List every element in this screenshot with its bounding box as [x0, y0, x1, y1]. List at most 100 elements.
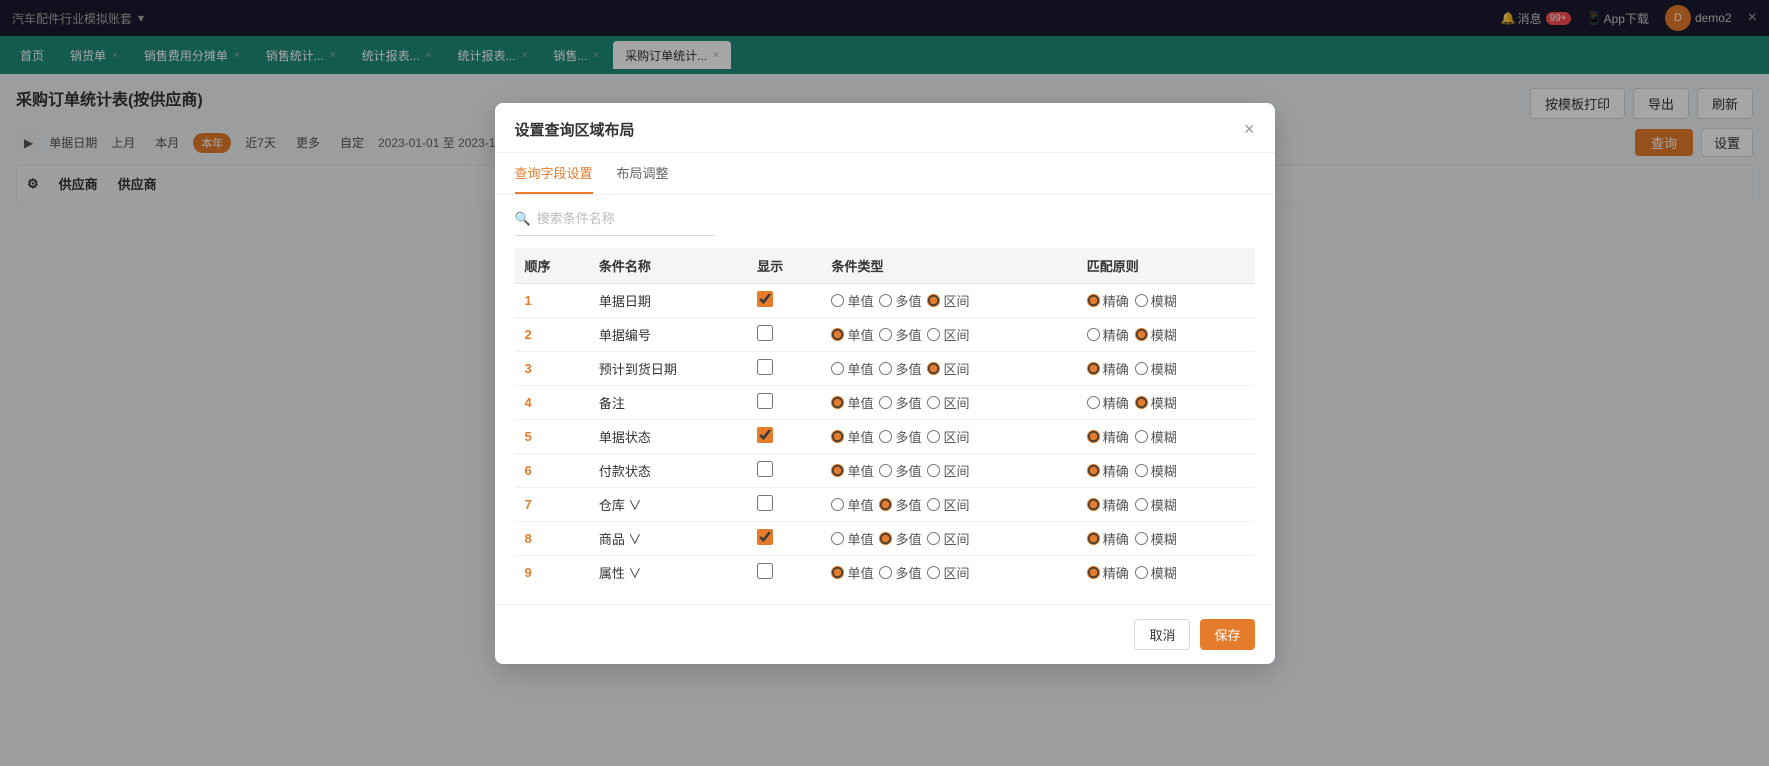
display-checkbox[interactable] [757, 325, 773, 341]
match-radio-label[interactable]: 精确 [1087, 325, 1129, 344]
match-radio-label[interactable]: 精确 [1087, 563, 1129, 582]
match-radio-label[interactable]: 模糊 [1135, 427, 1177, 446]
type-radio-多值[interactable] [879, 566, 892, 579]
display-checkbox[interactable] [757, 461, 773, 477]
type-radio-label[interactable]: 单值 [831, 291, 873, 310]
type-radio-label[interactable]: 单值 [831, 495, 873, 514]
type-radio-label[interactable]: 区间 [927, 563, 969, 582]
match-radio-label[interactable]: 模糊 [1135, 393, 1177, 412]
match-radio-模糊[interactable] [1135, 362, 1148, 375]
display-checkbox[interactable] [757, 563, 773, 579]
type-radio-多值[interactable] [879, 362, 892, 375]
match-radio-label[interactable]: 精确 [1087, 393, 1129, 412]
type-radio-多值[interactable] [879, 396, 892, 409]
save-button[interactable]: 保存 [1200, 619, 1254, 650]
type-radio-label[interactable]: 多值 [879, 529, 921, 548]
type-radio-label[interactable]: 多值 [879, 461, 921, 480]
match-radio-模糊[interactable] [1135, 532, 1148, 545]
type-radio-多值[interactable] [879, 464, 892, 477]
modal-tab-layout[interactable]: 布局调整 [617, 153, 669, 194]
match-radio-模糊[interactable] [1135, 464, 1148, 477]
match-radio-label[interactable]: 模糊 [1135, 291, 1177, 310]
match-radio-label[interactable]: 模糊 [1135, 325, 1177, 344]
type-radio-label[interactable]: 单值 [831, 563, 873, 582]
match-radio-label[interactable]: 模糊 [1135, 359, 1177, 378]
display-checkbox[interactable] [757, 359, 773, 375]
match-radio-模糊[interactable] [1135, 294, 1148, 307]
match-radio-label[interactable]: 精确 [1087, 359, 1129, 378]
match-radio-label[interactable]: 模糊 [1135, 529, 1177, 548]
match-radio-精确[interactable] [1087, 328, 1100, 341]
display-checkbox[interactable] [757, 291, 773, 307]
type-radio-label[interactable]: 多值 [879, 393, 921, 412]
type-radio-区间[interactable] [927, 362, 940, 375]
display-checkbox[interactable] [757, 427, 773, 443]
match-radio-模糊[interactable] [1135, 566, 1148, 579]
type-radio-单值[interactable] [831, 328, 844, 341]
type-radio-区间[interactable] [927, 294, 940, 307]
type-radio-单值[interactable] [831, 396, 844, 409]
type-radio-单值[interactable] [831, 498, 844, 511]
type-radio-label[interactable]: 单值 [831, 359, 873, 378]
match-radio-label[interactable]: 精确 [1087, 461, 1129, 480]
match-radio-label[interactable]: 模糊 [1135, 563, 1177, 582]
type-radio-区间[interactable] [927, 566, 940, 579]
type-radio-label[interactable]: 单值 [831, 529, 873, 548]
search-input[interactable] [537, 211, 715, 226]
type-radio-label[interactable]: 多值 [879, 291, 921, 310]
type-radio-label[interactable]: 区间 [927, 325, 969, 344]
match-radio-模糊[interactable] [1135, 430, 1148, 443]
type-radio-label[interactable]: 区间 [927, 427, 969, 446]
type-radio-label[interactable]: 多值 [879, 359, 921, 378]
match-radio-模糊[interactable] [1135, 328, 1148, 341]
type-radio-label[interactable]: 区间 [927, 393, 969, 412]
type-radio-区间[interactable] [927, 464, 940, 477]
type-radio-label[interactable]: 区间 [927, 495, 969, 514]
match-radio-模糊[interactable] [1135, 498, 1148, 511]
match-radio-label[interactable]: 模糊 [1135, 461, 1177, 480]
match-radio-精确[interactable] [1087, 566, 1100, 579]
match-radio-精确[interactable] [1087, 362, 1100, 375]
type-radio-区间[interactable] [927, 328, 940, 341]
type-radio-单值[interactable] [831, 464, 844, 477]
type-radio-区间[interactable] [927, 396, 940, 409]
type-radio-单值[interactable] [831, 532, 844, 545]
type-radio-label[interactable]: 区间 [927, 359, 969, 378]
modal-close-button[interactable]: × [1244, 119, 1255, 140]
type-radio-多值[interactable] [879, 532, 892, 545]
type-radio-label[interactable]: 单值 [831, 393, 873, 412]
display-checkbox[interactable] [757, 393, 773, 409]
match-radio-精确[interactable] [1087, 532, 1100, 545]
type-radio-label[interactable]: 单值 [831, 461, 873, 480]
match-radio-精确[interactable] [1087, 396, 1100, 409]
type-radio-label[interactable]: 多值 [879, 325, 921, 344]
type-radio-多值[interactable] [879, 430, 892, 443]
match-radio-label[interactable]: 精确 [1087, 291, 1129, 310]
match-radio-label[interactable]: 精确 [1087, 529, 1129, 548]
match-radio-label[interactable]: 精确 [1087, 495, 1129, 514]
type-radio-单值[interactable] [831, 294, 844, 307]
modal-tab-query-fields[interactable]: 查询字段设置 [515, 153, 593, 194]
type-radio-label[interactable]: 多值 [879, 495, 921, 514]
type-radio-单值[interactable] [831, 362, 844, 375]
type-radio-label[interactable]: 区间 [927, 529, 969, 548]
match-radio-精确[interactable] [1087, 430, 1100, 443]
type-radio-label[interactable]: 单值 [831, 427, 873, 446]
match-radio-精确[interactable] [1087, 464, 1100, 477]
type-radio-label[interactable]: 区间 [927, 291, 969, 310]
type-radio-label[interactable]: 多值 [879, 427, 921, 446]
match-radio-label[interactable]: 精确 [1087, 427, 1129, 446]
type-radio-label[interactable]: 多值 [879, 563, 921, 582]
type-radio-多值[interactable] [879, 294, 892, 307]
display-checkbox[interactable] [757, 495, 773, 511]
type-radio-单值[interactable] [831, 566, 844, 579]
display-checkbox[interactable] [757, 529, 773, 545]
cancel-button[interactable]: 取消 [1134, 619, 1190, 650]
type-radio-label[interactable]: 区间 [927, 461, 969, 480]
match-radio-模糊[interactable] [1135, 396, 1148, 409]
type-radio-区间[interactable] [927, 498, 940, 511]
match-radio-精确[interactable] [1087, 498, 1100, 511]
type-radio-多值[interactable] [879, 328, 892, 341]
type-radio-label[interactable]: 单值 [831, 325, 873, 344]
match-radio-label[interactable]: 模糊 [1135, 495, 1177, 514]
